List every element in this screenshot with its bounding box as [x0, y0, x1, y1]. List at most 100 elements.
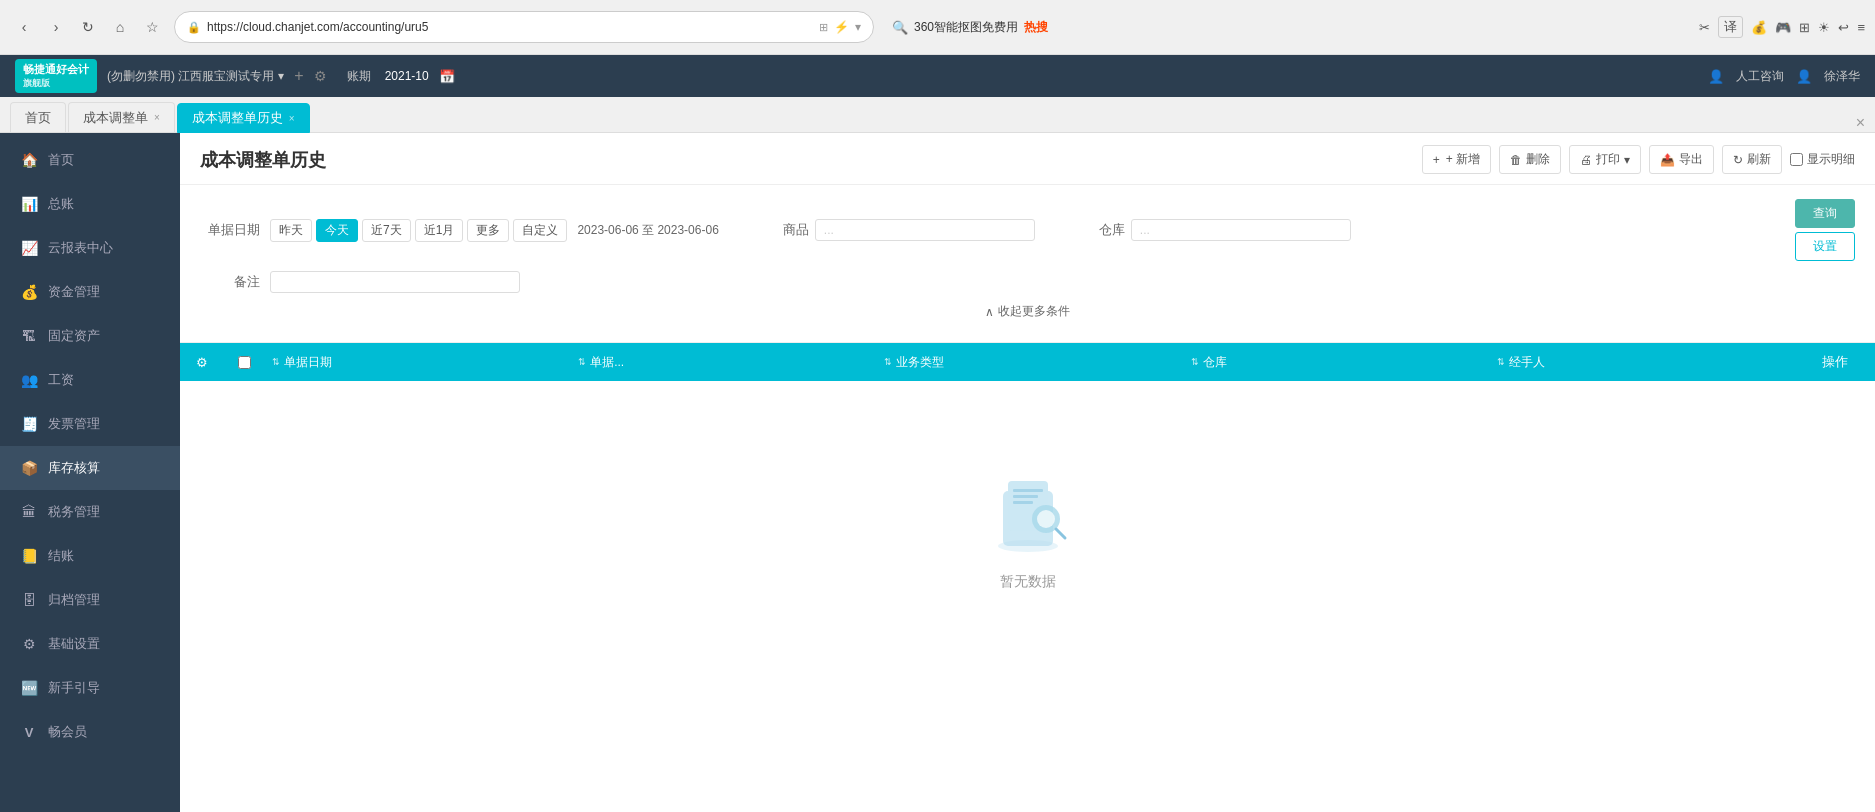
th-doc-no[interactable]: ⇅ 单据...: [570, 354, 876, 371]
remark-input[interactable]: [270, 271, 520, 293]
sidebar-item-tax[interactable]: 🏛 税务管理: [0, 490, 180, 534]
collapse-button[interactable]: ∧ 收起更多条件: [953, 303, 1103, 320]
table-settings-icon[interactable]: ⚙: [196, 355, 208, 370]
game-icon[interactable]: 🎮: [1775, 20, 1791, 35]
close-accounts-icon: 📒: [20, 548, 38, 564]
sun-icon[interactable]: ☀: [1818, 20, 1830, 35]
query-button[interactable]: 查询: [1795, 199, 1855, 228]
sidebar-item-inventory[interactable]: 📦 库存核算: [0, 446, 180, 490]
goods-select[interactable]: ...: [815, 219, 1035, 241]
sidebar-item-basic-settings[interactable]: ⚙ 基础设置: [0, 622, 180, 666]
sidebar-item-invoice[interactable]: 🧾 发票管理: [0, 402, 180, 446]
filter-row-remark: 备注: [200, 271, 1855, 293]
home-button[interactable]: ⌂: [106, 13, 134, 41]
table-header: ⚙ ⇅ 单据日期 ⇅ 单据... ⇅ 业务类型: [180, 343, 1875, 381]
sidebar-item-payroll[interactable]: 👥 工资: [0, 358, 180, 402]
th-warehouse[interactable]: ⇅ 仓库: [1183, 354, 1489, 371]
sidebar-label-fixed-assets: 固定资产: [48, 327, 100, 345]
menu-icon[interactable]: ≡: [1857, 20, 1865, 35]
extensions-icon: ⊞: [819, 21, 828, 34]
url-text: https://cloud.chanjet.com/accounting/uru…: [207, 20, 813, 34]
sidebar-item-guide[interactable]: 🆕 新手引导: [0, 666, 180, 710]
add-company-btn[interactable]: +: [294, 67, 303, 85]
tab-cost-adjust[interactable]: 成本调整单 ×: [68, 102, 175, 132]
lock-icon: 🔒: [187, 21, 201, 34]
translate-icon[interactable]: 译: [1718, 16, 1743, 38]
last7days-btn[interactable]: 近7天: [362, 219, 411, 242]
sidebar-item-funds[interactable]: 💰 资金管理: [0, 270, 180, 314]
scissors-icon[interactable]: ✂: [1699, 20, 1710, 35]
reload-button[interactable]: ↻: [74, 13, 102, 41]
dropdown-icon[interactable]: ▾: [855, 20, 861, 34]
th-date-label: 单据日期: [284, 354, 332, 371]
print-button[interactable]: 🖨 打印 ▾: [1569, 145, 1641, 174]
warehouse-label: 仓库: [1065, 221, 1125, 239]
settings-wheel-icon[interactable]: ⚙: [314, 68, 327, 84]
th-handler[interactable]: ⇅ 经手人: [1489, 354, 1795, 371]
wallet-icon[interactable]: 💰: [1751, 20, 1767, 35]
sidebar-item-archive[interactable]: 🗄 归档管理: [0, 578, 180, 622]
browser-chrome: ‹ › ↻ ⌂ ☆ 🔒 https://cloud.chanjet.com/ac…: [0, 0, 1875, 55]
last1month-btn[interactable]: 近1月: [415, 219, 464, 242]
user-name[interactable]: 徐泽华: [1824, 68, 1860, 85]
th-business-type[interactable]: ⇅ 业务类型: [876, 354, 1182, 371]
delete-button[interactable]: 🗑 删除: [1499, 145, 1561, 174]
custom-btn[interactable]: 自定义: [513, 219, 567, 242]
company-dropdown-icon: ▾: [278, 69, 284, 83]
sidebar-item-close-accounts[interactable]: 📒 结账: [0, 534, 180, 578]
svg-point-7: [1037, 510, 1055, 528]
sidebar-label-guide: 新手引导: [48, 679, 100, 697]
grid-icon[interactable]: ⊞: [1799, 20, 1810, 35]
bookmark-button[interactable]: ☆: [138, 13, 166, 41]
more-btn[interactable]: 更多: [467, 219, 509, 242]
close-all-tabs-icon[interactable]: ×: [1856, 114, 1865, 132]
new-icon: +: [1433, 153, 1440, 167]
th-checkbox[interactable]: [224, 356, 264, 369]
back-button[interactable]: ‹: [10, 13, 38, 41]
page-title-bar: 成本调整单历史 + + 新增 🗑 删除 🖨 打印 ▾: [180, 133, 1875, 185]
empty-text: 暂无数据: [1000, 573, 1056, 591]
sidebar-item-vip[interactable]: V 畅会员: [0, 710, 180, 754]
tab-cost-adjust-history-close[interactable]: ×: [289, 113, 295, 124]
today-btn[interactable]: 今天: [316, 219, 358, 242]
print-icon: 🖨: [1580, 153, 1592, 167]
sidebar-item-reports[interactable]: 📈 云报表中心: [0, 226, 180, 270]
sidebar-label-basic-settings: 基础设置: [48, 635, 100, 653]
show-detail-checkbox[interactable]: [1790, 153, 1803, 166]
th-date[interactable]: ⇅ 单据日期: [264, 354, 570, 371]
undo-icon[interactable]: ↩: [1838, 20, 1849, 35]
company-selector[interactable]: (勿删勿禁用) 江西服宝测试专用 ▾: [107, 68, 284, 85]
sidebar-item-fixed-assets[interactable]: 🏗 固定资产: [0, 314, 180, 358]
tab-home[interactable]: 首页: [10, 102, 66, 132]
filter-settings-button[interactable]: 设置: [1795, 232, 1855, 261]
address-bar[interactable]: 🔒 https://cloud.chanjet.com/accounting/u…: [174, 11, 874, 43]
service-icon: 👤: [1708, 69, 1724, 84]
app-header: 畅捷通好会计 旗舰版 (勿删勿禁用) 江西服宝测试专用 ▾ + ⚙ 账期 202…: [0, 55, 1875, 97]
refresh-button[interactable]: ↻ 刷新: [1722, 145, 1782, 174]
th-settings[interactable]: ⚙: [180, 355, 224, 370]
collapse-label: 收起更多条件: [998, 303, 1070, 320]
sidebar-item-home[interactable]: 🏠 首页: [0, 138, 180, 182]
show-detail-checkbox-label[interactable]: 显示明细: [1790, 151, 1855, 168]
warehouse-select[interactable]: ...: [1131, 219, 1351, 241]
content-area: 成本调整单历史 + + 新增 🗑 删除 🖨 打印 ▾: [180, 133, 1875, 812]
archive-icon: 🗄: [20, 592, 38, 608]
empty-state: 暂无数据: [180, 381, 1875, 671]
new-button[interactable]: + + 新增: [1422, 145, 1491, 174]
service-label[interactable]: 人工咨询: [1736, 68, 1784, 85]
tab-cost-adjust-history[interactable]: 成本调整单历史 ×: [177, 103, 310, 133]
sidebar-label-home: 首页: [48, 151, 74, 169]
th-doc-label: 单据...: [590, 354, 624, 371]
sidebar-item-ledger[interactable]: 📊 总账: [0, 182, 180, 226]
svg-rect-4: [1013, 495, 1038, 498]
calendar-icon[interactable]: 📅: [439, 69, 455, 84]
forward-button[interactable]: ›: [42, 13, 70, 41]
tab-cost-adjust-close[interactable]: ×: [154, 112, 160, 123]
export-button[interactable]: 📤 导出: [1649, 145, 1714, 174]
yesterday-btn[interactable]: 昨天: [270, 219, 312, 242]
select-all-checkbox[interactable]: [238, 356, 251, 369]
page-title: 成本调整单历史: [200, 148, 326, 172]
th-date-sort-icon: ⇅: [272, 357, 280, 367]
date-range-display: 2023-06-06 至 2023-06-06: [577, 222, 718, 239]
sidebar-label-invoice: 发票管理: [48, 415, 100, 433]
